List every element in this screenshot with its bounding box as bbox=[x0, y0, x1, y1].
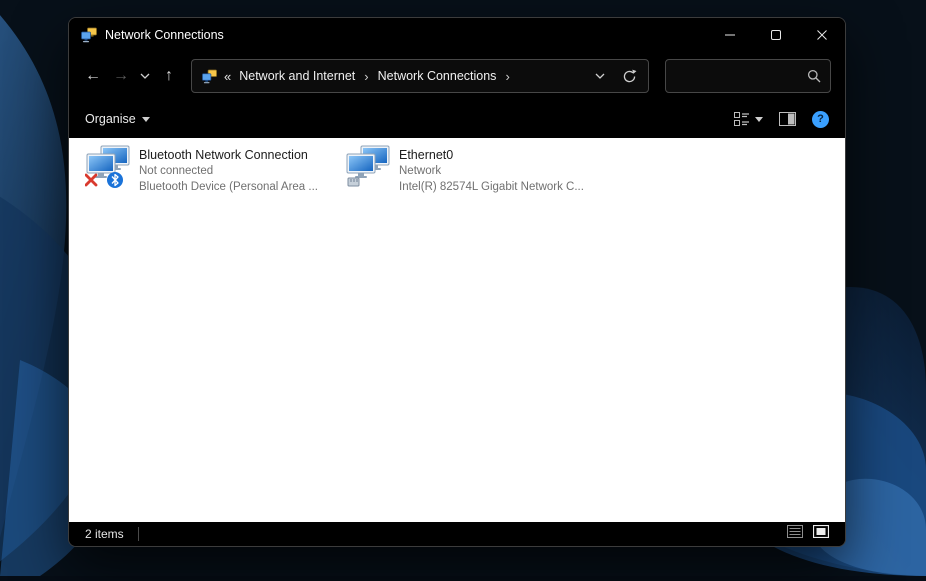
network-connections-window: Network Connections ← → ↑ « Network and … bbox=[68, 17, 846, 547]
refresh-button[interactable] bbox=[616, 69, 642, 84]
back-icon: ← bbox=[85, 67, 101, 84]
breadcrumb-separator[interactable]: › bbox=[357, 69, 375, 84]
close-button[interactable] bbox=[799, 18, 845, 52]
breadcrumb-separator[interactable]: › bbox=[498, 69, 516, 84]
connection-status: Not connected bbox=[139, 165, 214, 177]
view-options-icon bbox=[734, 112, 749, 126]
help-icon: ? bbox=[817, 113, 824, 125]
file-list-area[interactable]: Bluetooth Network Connection Not connect… bbox=[69, 138, 845, 522]
chevron-down-icon bbox=[595, 73, 605, 79]
bluetooth-connection-icon bbox=[84, 145, 131, 189]
preview-pane-button[interactable] bbox=[779, 112, 796, 126]
breadcrumb-item-network-connections[interactable]: Network Connections bbox=[376, 69, 499, 83]
connection-device: Bluetooth Device (Personal Area ... bbox=[139, 181, 318, 193]
refresh-icon bbox=[623, 69, 636, 82]
up-button[interactable]: ↑ bbox=[155, 61, 183, 91]
chevron-down-icon bbox=[140, 73, 150, 79]
titlebar: Network Connections bbox=[69, 18, 845, 52]
connection-tile-text: Ethernet0 Network Intel(R) 82574L Gigabi… bbox=[399, 145, 584, 195]
navigation-bar: ← → ↑ « Network and Internet › Network C bbox=[69, 52, 845, 100]
chevron-down-icon bbox=[141, 116, 150, 122]
help-button[interactable]: ? bbox=[812, 110, 829, 128]
ethernet-connection-icon bbox=[345, 145, 391, 189]
window-title: Network Connections bbox=[105, 28, 224, 42]
connection-status: Network bbox=[399, 165, 442, 177]
network-connections-app-icon bbox=[81, 27, 97, 43]
organise-menu-button[interactable]: Organise bbox=[85, 112, 150, 126]
details-view-button[interactable] bbox=[787, 525, 803, 543]
connection-tile-bluetooth[interactable]: Bluetooth Network Connection Not connect… bbox=[84, 145, 335, 195]
search-input[interactable] bbox=[674, 68, 806, 84]
address-bar[interactable]: « Network and Internet › Network Connect… bbox=[191, 59, 649, 93]
change-view-button[interactable] bbox=[734, 112, 763, 126]
connection-title: Bluetooth Network Connection bbox=[139, 148, 308, 162]
preview-pane-icon bbox=[779, 112, 796, 126]
up-icon: ↑ bbox=[165, 67, 173, 84]
search-box[interactable] bbox=[665, 59, 831, 93]
location-icon bbox=[202, 68, 218, 84]
status-view-toggles bbox=[787, 524, 830, 543]
forward-icon: → bbox=[113, 67, 129, 84]
connection-tile-ethernet[interactable]: Ethernet0 Network Intel(R) 82574L Gigabi… bbox=[345, 145, 595, 195]
caption-buttons bbox=[707, 18, 845, 52]
forward-button[interactable]: → bbox=[107, 61, 135, 91]
back-button[interactable]: ← bbox=[79, 61, 107, 91]
connection-title: Ethernet0 bbox=[399, 148, 454, 162]
status-divider bbox=[137, 527, 139, 541]
large-icons-view-button[interactable] bbox=[812, 524, 830, 543]
organise-label: Organise bbox=[85, 112, 136, 126]
command-bar: Organise ? bbox=[69, 100, 845, 138]
breadcrumb-item-network-and-internet[interactable]: Network and Internet bbox=[237, 69, 357, 83]
large-icons-view-icon bbox=[812, 524, 830, 539]
breadcrumb-overflow-button[interactable]: « bbox=[224, 69, 231, 84]
command-bar-right: ? bbox=[734, 110, 829, 128]
maximize-button[interactable] bbox=[753, 18, 799, 52]
connection-device: Intel(R) 82574L Gigabit Network C... bbox=[399, 181, 584, 193]
details-view-icon bbox=[787, 525, 803, 538]
items-count: 2 items bbox=[85, 527, 124, 541]
search-icon bbox=[806, 69, 822, 83]
status-bar: 2 items bbox=[69, 522, 845, 546]
address-dropdown-button[interactable] bbox=[588, 73, 612, 79]
recent-locations-button[interactable] bbox=[135, 61, 155, 91]
connection-tile-text: Bluetooth Network Connection Not connect… bbox=[139, 145, 318, 195]
minimize-button[interactable] bbox=[707, 18, 753, 52]
chevron-down-icon bbox=[755, 116, 763, 122]
